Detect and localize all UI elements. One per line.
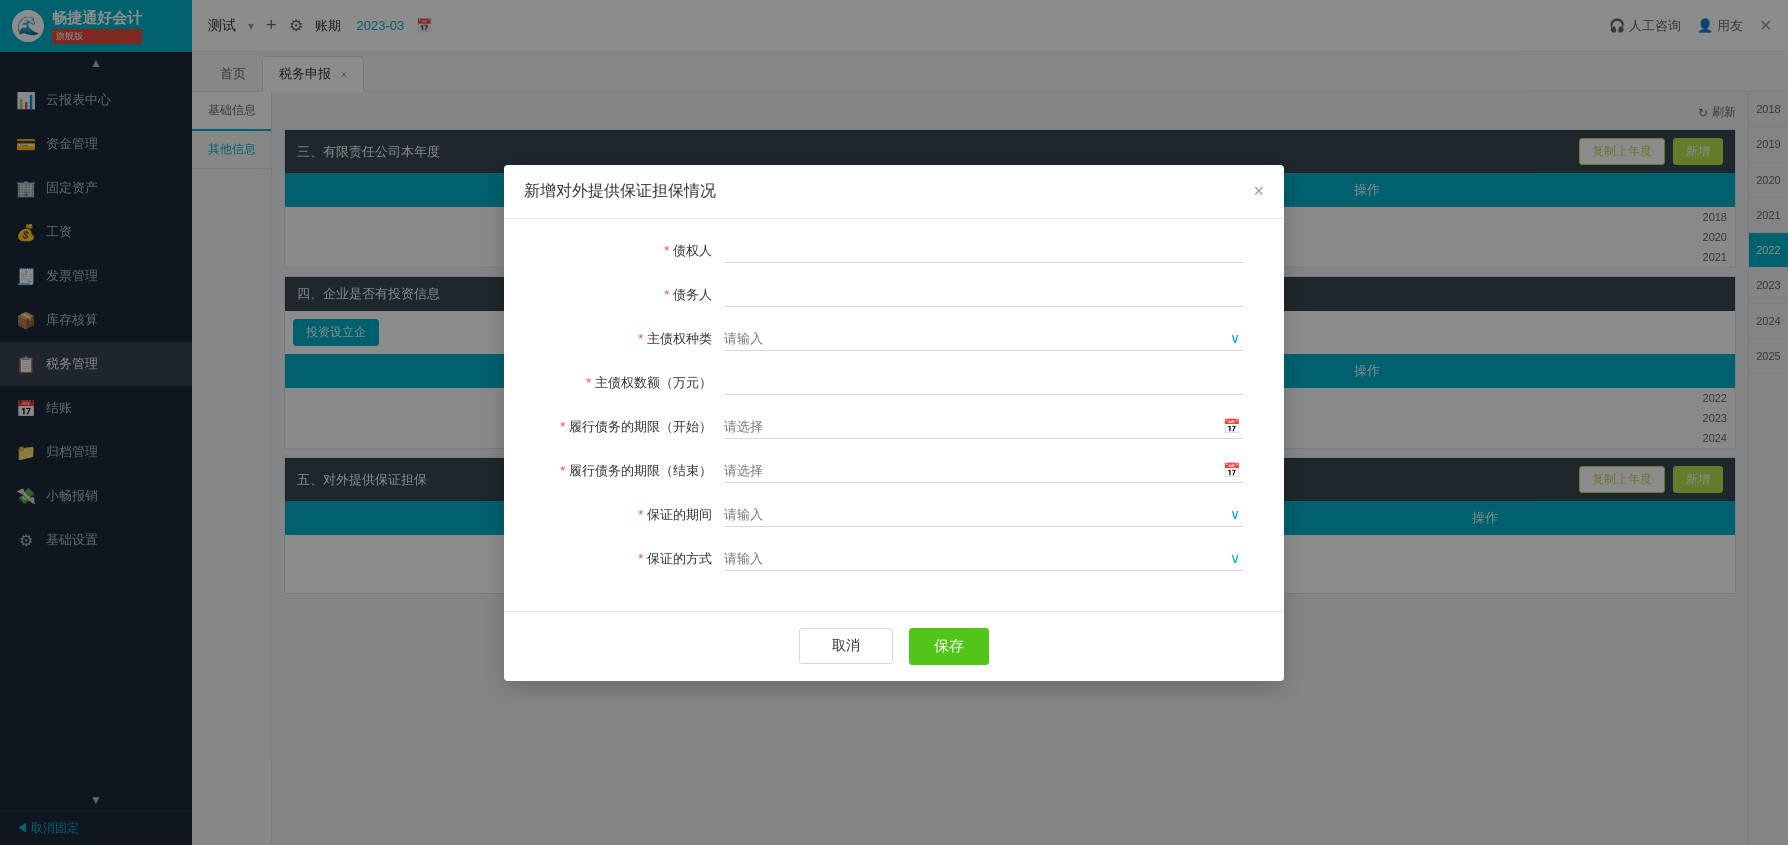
form-row-period-end: * 履行债务的期限（结束） 📅	[544, 459, 1244, 483]
period-end-cal-icon[interactable]: 📅	[1219, 462, 1244, 478]
select-claim-type[interactable]: ∨	[724, 327, 1244, 351]
period-start-input[interactable]	[724, 415, 1219, 438]
label-claim-type: * 主债权种类	[544, 330, 724, 348]
form-row-claim-type: * 主债权种类 ∨	[544, 327, 1244, 351]
modal-overlay: 新增对外提供保证担保情况 × * 债权人 * 债务人	[0, 0, 1788, 845]
guarantee-period-arrow[interactable]: ∨	[1226, 506, 1244, 522]
claim-type-input[interactable]	[724, 327, 1226, 350]
guarantee-period-input[interactable]	[724, 503, 1226, 526]
label-claim-amount: * 主债权数额（万元）	[544, 374, 724, 392]
form-row-claim-amount: * 主债权数额（万元）	[544, 371, 1244, 395]
dialog: 新增对外提供保证担保情况 × * 债权人 * 债务人	[504, 165, 1284, 681]
period-end-input[interactable]	[724, 459, 1219, 482]
form-row-guarantee-method: * 保证的方式 ∨	[544, 547, 1244, 571]
dialog-close-btn[interactable]: ×	[1253, 182, 1264, 200]
form-row-debtor: * 债务人	[544, 283, 1244, 307]
label-guarantee-period: * 保证的期间	[544, 506, 724, 524]
dialog-footer: 取消 保存	[504, 611, 1284, 681]
guarantee-method-arrow[interactable]: ∨	[1226, 550, 1244, 566]
form-row-period-start: * 履行债务的期限（开始） 📅	[544, 415, 1244, 439]
select-guarantee-method[interactable]: ∨	[724, 547, 1244, 571]
date-period-start[interactable]: 📅	[724, 415, 1244, 439]
select-guarantee-period[interactable]: ∨	[724, 503, 1244, 527]
dialog-title: 新增对外提供保证担保情况	[524, 181, 716, 202]
dialog-header: 新增对外提供保证担保情况 ×	[504, 165, 1284, 219]
cancel-btn[interactable]: 取消	[799, 628, 893, 664]
input-claim-amount[interactable]	[724, 371, 1244, 395]
claim-type-arrow[interactable]: ∨	[1226, 330, 1244, 346]
label-creditor: * 债权人	[544, 242, 724, 260]
guarantee-method-input[interactable]	[724, 547, 1226, 570]
input-creditor[interactable]	[724, 239, 1244, 263]
label-period-end: * 履行债务的期限（结束）	[544, 462, 724, 480]
period-start-cal-icon[interactable]: 📅	[1219, 418, 1244, 434]
dialog-body: * 债权人 * 债务人 * 主债权种类	[504, 219, 1284, 611]
label-debtor: * 债务人	[544, 286, 724, 304]
label-guarantee-method: * 保证的方式	[544, 550, 724, 568]
save-btn[interactable]: 保存	[909, 628, 989, 665]
input-debtor[interactable]	[724, 283, 1244, 307]
form-row-guarantee-period: * 保证的期间 ∨	[544, 503, 1244, 527]
form-row-creditor: * 债权人	[544, 239, 1244, 263]
date-period-end[interactable]: 📅	[724, 459, 1244, 483]
label-period-start: * 履行债务的期限（开始）	[544, 418, 724, 436]
